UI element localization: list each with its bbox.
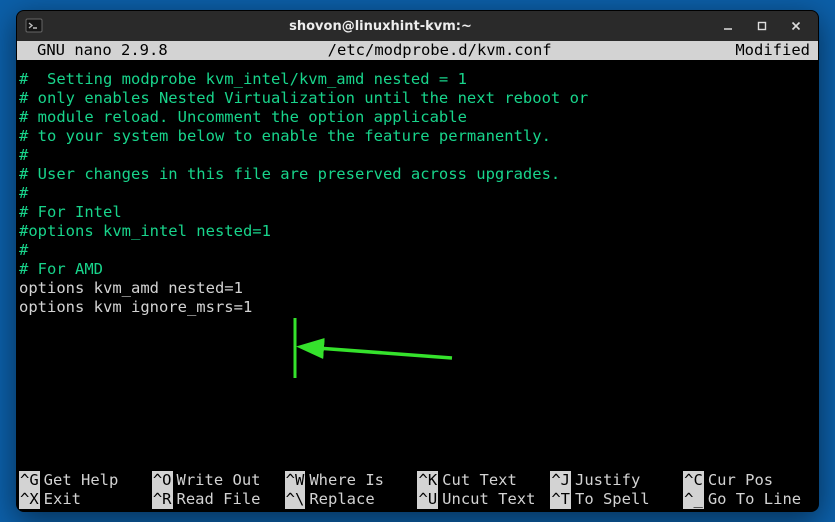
minimize-button[interactable] [714,16,742,36]
file-line: options kvm_amd nested=1 [19,279,816,298]
file-line: # For AMD [19,260,816,279]
shortcut-write-out[interactable]: ^OWrite Out [152,471,285,490]
nano-shortcut-bar: ^GGet Help^OWrite Out^WWhere Is^KCut Tex… [17,471,818,511]
shortcut-label: Uncut Text [438,490,535,509]
file-line: # module reload. Uncomment the option ap… [19,108,816,127]
nano-titlebar: GNU nano 2.9.8 /etc/modprobe.d/kvm.conf … [17,41,818,60]
editor-content[interactable]: # Setting modprobe kvm_intel/kvm_amd nes… [17,60,818,471]
shortcut-key: ^K [417,471,438,490]
file-line: # only enables Nested Virtualization unt… [19,89,816,108]
file-line: # [19,241,816,260]
shortcut-cur-pos[interactable]: ^CCur Pos [683,471,816,490]
file-line: #options kvm_intel nested=1 [19,222,816,241]
shortcut-uncut-text[interactable]: ^UUncut Text [417,490,550,509]
shortcut-go-to-line[interactable]: ^_Go To Line [683,490,816,509]
shortcut-row-2: ^XExit^RRead File^\Replace^UUncut Text^T… [19,490,816,509]
terminal-window: shovon@linuxhint-kvm:~ GNU nano 2.9.8 /e… [16,10,819,512]
shortcut-get-help[interactable]: ^GGet Help [19,471,152,490]
shortcut-label: Get Help [40,471,119,490]
shortcut-where-is[interactable]: ^WWhere Is [285,471,418,490]
file-line: # to your system below to enable the fea… [19,127,816,146]
shortcut-key: ^U [417,490,438,509]
file-line: # User changes in this file are preserve… [19,165,816,184]
shortcut-label: Cur Pos [704,471,773,490]
shortcut-exit[interactable]: ^XExit [19,490,152,509]
shortcut-row-1: ^GGet Help^OWrite Out^WWhere Is^KCut Tex… [19,471,816,490]
maximize-button[interactable] [748,16,776,36]
shortcut-key: ^C [683,471,704,490]
shortcut-label: Where Is [305,471,384,490]
shortcut-label: Exit [40,490,81,509]
annotation-arrow-icon [277,316,477,396]
shortcut-label: Replace [305,490,374,509]
shortcut-label: Go To Line [704,490,801,509]
nano-modified-flag: Modified [735,41,814,60]
shortcut-label: Cut Text [438,471,517,490]
file-line: options kvm ignore_msrs=1 [19,298,816,317]
file-line: # [19,184,816,203]
shortcut-label: Read File [173,490,261,509]
shortcut-key: ^_ [683,490,704,509]
shortcut-replace[interactable]: ^\Replace [285,490,418,509]
shortcut-key: ^W [285,471,306,490]
shortcut-label: To Spell [571,490,650,509]
terminal-app-icon [25,17,43,35]
shortcut-to-spell[interactable]: ^TTo Spell [550,490,683,509]
shortcut-justify[interactable]: ^JJustify [550,471,683,490]
shortcut-key: ^R [152,490,173,509]
file-line: # For Intel [19,203,816,222]
shortcut-key: ^X [19,490,40,509]
file-lines: # Setting modprobe kvm_intel/kvm_amd nes… [19,70,816,317]
nano-filename: /etc/modprobe.d/kvm.conf [208,41,736,60]
nano-app-version: GNU nano 2.9.8 [21,41,208,60]
shortcut-label: Justify [571,471,640,490]
shortcut-key: ^T [550,490,571,509]
shortcut-key: ^G [19,471,40,490]
file-line: # Setting modprobe kvm_intel/kvm_amd nes… [19,70,816,89]
terminal-body[interactable]: GNU nano 2.9.8 /etc/modprobe.d/kvm.conf … [17,41,818,511]
window-titlebar[interactable]: shovon@linuxhint-kvm:~ [17,11,818,41]
shortcut-label: Write Out [173,471,261,490]
shortcut-key: ^O [152,471,173,490]
window-title: shovon@linuxhint-kvm:~ [53,19,708,34]
shortcut-read-file[interactable]: ^RRead File [152,490,285,509]
close-button[interactable] [782,16,810,36]
shortcut-key: ^J [550,471,571,490]
shortcut-key: ^\ [285,490,306,509]
file-line: # [19,146,816,165]
shortcut-cut-text[interactable]: ^KCut Text [417,471,550,490]
